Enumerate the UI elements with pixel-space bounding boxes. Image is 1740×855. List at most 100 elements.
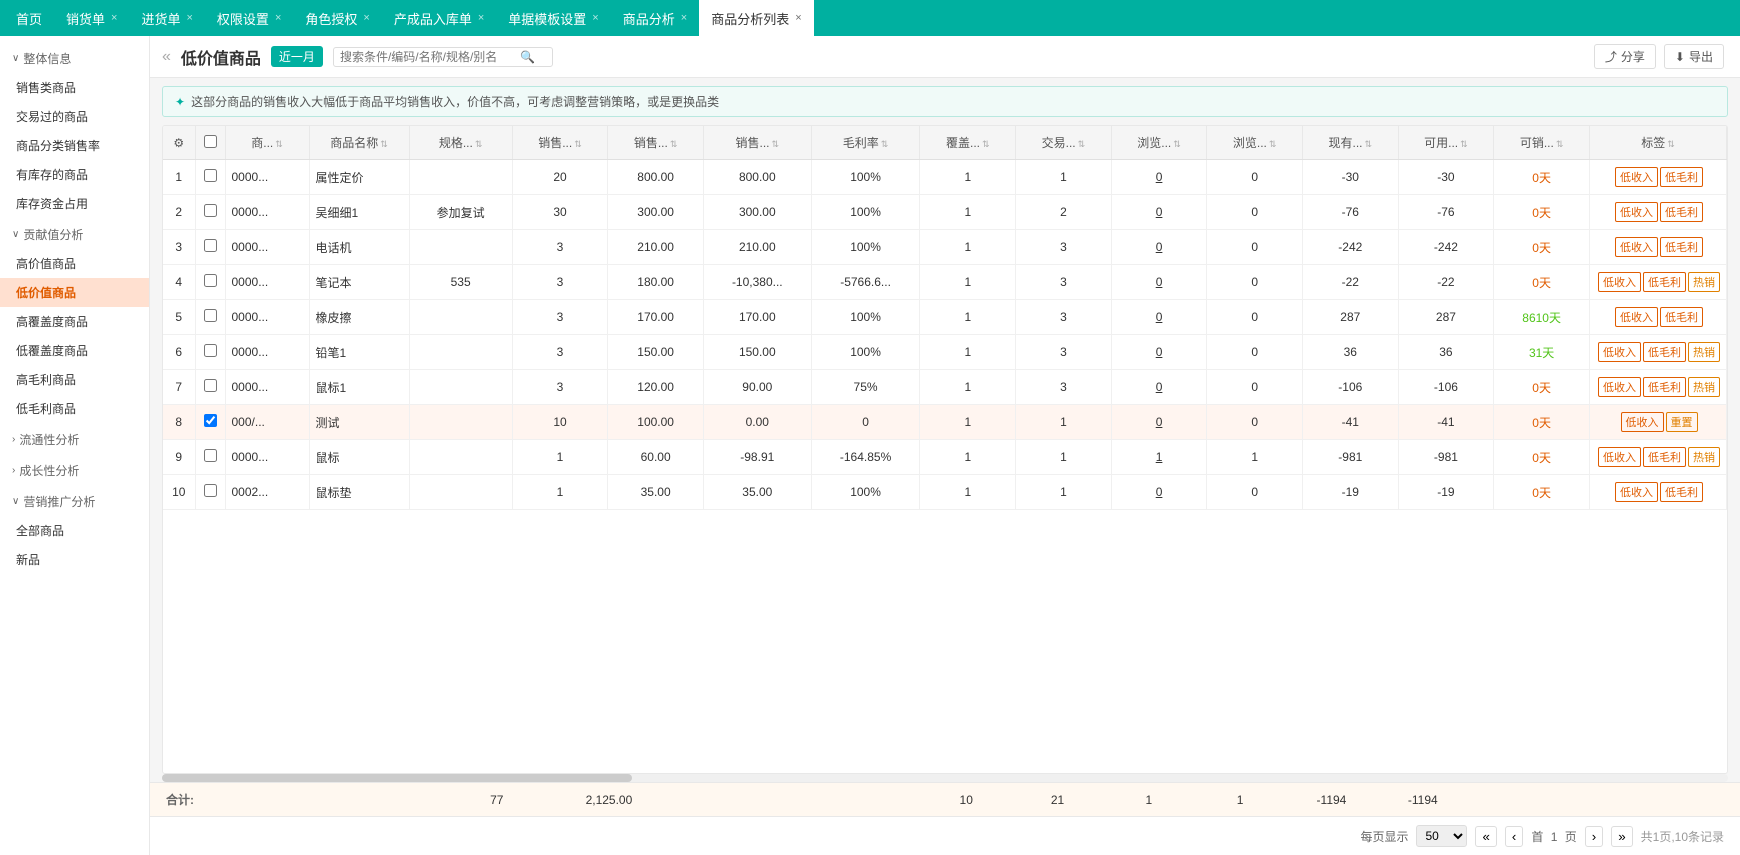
nav-permissions-close[interactable]: × — [275, 12, 281, 24]
browse-link[interactable]: 0 — [1156, 380, 1163, 394]
sidebar-item-traded-goods[interactable]: 交易过的商品 — [0, 102, 149, 131]
sidebar-item-all-goods[interactable]: 全部商品 — [0, 516, 149, 545]
nav-product-storage[interactable]: 产成品入库单 × — [382, 0, 496, 36]
tag-1: 低毛利 — [1660, 237, 1703, 257]
row-checkbox[interactable] — [204, 414, 217, 427]
sidebar-item-low-coverage[interactable]: 低覆盖度商品 — [0, 336, 149, 365]
col-available[interactable]: 可用...⇅ — [1398, 126, 1494, 160]
cell-coverage: 1 — [920, 335, 1016, 370]
browse-link[interactable]: 0 — [1156, 240, 1163, 254]
browse-link[interactable]: 0 — [1156, 485, 1163, 499]
browse-link[interactable]: 0 — [1156, 310, 1163, 324]
footer-summary: 合计: 77 2,125.00 10 21 1 1 -1194 -1194 — [150, 782, 1740, 816]
col-margin[interactable]: 毛利率⇅ — [811, 126, 920, 160]
browse-link[interactable]: 0 — [1156, 205, 1163, 219]
prev-page-button[interactable]: ‹ — [1505, 826, 1523, 847]
col-name[interactable]: 商品名称⇅ — [309, 126, 409, 160]
col-transaction[interactable]: 交易...⇅ — [1016, 126, 1112, 160]
sidebar-item-low-value[interactable]: 低价值商品 — [0, 278, 149, 307]
sidebar-item-high-value[interactable]: 高价值商品 — [0, 249, 149, 278]
sidebar-item-stock-funds[interactable]: 库存资金占用 — [0, 189, 149, 218]
row-checkbox[interactable] — [204, 484, 217, 497]
col-sales-profit[interactable]: 销售...⇅ — [703, 126, 811, 160]
browse-link[interactable]: 0 — [1156, 170, 1163, 184]
nav-product-analysis-label: 商品分析 — [623, 9, 675, 28]
sidebar-item-sales-goods[interactable]: 销售类商品 — [0, 73, 149, 102]
row-checkbox[interactable] — [204, 449, 217, 462]
sidebar-item-low-margin[interactable]: 低毛利商品 — [0, 394, 149, 423]
horizontal-scrollbar[interactable] — [162, 774, 1728, 782]
nav-roles[interactable]: 角色授权 × — [293, 0, 381, 36]
cell-days: 0天 — [1494, 405, 1590, 440]
nav-product-analysis-list-close[interactable]: × — [795, 12, 801, 24]
footer-tags-val — [1560, 793, 1724, 807]
nav-home[interactable]: 首页 — [4, 0, 54, 36]
col-browse2[interactable]: 浏览...⇅ — [1207, 126, 1303, 160]
cell-current: -19 — [1302, 475, 1398, 510]
sidebar-group-contribution-title[interactable]: ∨ 贡献值分析 — [0, 220, 149, 249]
sidebar-item-high-coverage[interactable]: 高覆盖度商品 — [0, 307, 149, 336]
next-page-button[interactable]: › — [1585, 826, 1603, 847]
nav-template[interactable]: 单据模板设置 × — [496, 0, 610, 36]
cell-qty: 30 — [512, 195, 608, 230]
export-button[interactable]: ⬇ 导出 — [1664, 44, 1724, 69]
date-range-button[interactable]: 近一月 — [271, 46, 323, 67]
sidebar-collapse-button[interactable]: « — [162, 48, 171, 66]
nav-sales-close[interactable]: × — [111, 12, 117, 24]
sidebar-group-circulation-title[interactable]: › 流通性分析 — [0, 425, 149, 454]
col-spec[interactable]: 规格...⇅ — [409, 126, 512, 160]
sidebar-item-high-margin[interactable]: 高毛利商品 — [0, 365, 149, 394]
browse-link[interactable]: 0 — [1156, 415, 1163, 429]
cell-transaction: 3 — [1016, 230, 1112, 265]
nav-product-analysis-close[interactable]: × — [681, 12, 687, 24]
row-checkbox[interactable] — [204, 309, 217, 322]
row-checkbox[interactable] — [204, 379, 217, 392]
cell-profit: 300.00 — [703, 195, 811, 230]
row-checkbox[interactable] — [204, 239, 217, 252]
nav-sales-order[interactable]: 销货单 × — [54, 0, 129, 36]
scrollbar-thumb[interactable] — [162, 774, 632, 782]
col-sales-qty[interactable]: 销售...⇅ — [512, 126, 608, 160]
sidebar-item-stocked-goods[interactable]: 有库存的商品 — [0, 160, 149, 189]
nav-roles-close[interactable]: × — [363, 12, 369, 24]
row-checkbox[interactable] — [204, 204, 217, 217]
nav-product-analysis[interactable]: 商品分析 × — [611, 0, 699, 36]
col-current[interactable]: 现有...⇅ — [1302, 126, 1398, 160]
row-checkbox[interactable] — [204, 344, 217, 357]
col-tags[interactable]: 标签⇅ — [1590, 126, 1727, 160]
nav-purchase[interactable]: 进货单 × — [129, 0, 204, 36]
page-size-select[interactable]: 50 100 200 — [1416, 825, 1467, 847]
col-sales-price[interactable]: 销售...⇅ — [608, 126, 704, 160]
sidebar-item-new-goods[interactable]: 新品 — [0, 545, 149, 574]
nav-product-storage-label: 产成品入库单 — [394, 9, 472, 28]
search-icon[interactable]: 🔍 — [520, 50, 535, 64]
tag-1: 低毛利 — [1643, 272, 1686, 292]
nav-product-storage-close[interactable]: × — [478, 12, 484, 24]
share-button[interactable]: ⤴ 分享 — [1594, 44, 1656, 69]
col-coverage[interactable]: 覆盖...⇅ — [920, 126, 1016, 160]
sidebar-group-marketing-title[interactable]: ∨ 营销推广分析 — [0, 487, 149, 516]
search-input[interactable] — [340, 50, 520, 64]
row-checkbox[interactable] — [204, 169, 217, 182]
browse-link[interactable]: 1 — [1156, 450, 1163, 464]
sidebar-group-overall-title[interactable]: ∨ 整体信息 — [0, 44, 149, 73]
select-all-checkbox[interactable] — [204, 135, 217, 148]
first-page-button[interactable]: « — [1475, 826, 1496, 847]
last-page-button[interactable]: » — [1611, 826, 1632, 847]
sidebar-item-category-sales[interactable]: 商品分类销售率 — [0, 131, 149, 160]
nav-purchase-close[interactable]: × — [186, 12, 192, 24]
cell-margin: 100% — [811, 475, 920, 510]
row-checkbox[interactable] — [204, 274, 217, 287]
browse-link[interactable]: 0 — [1156, 275, 1163, 289]
cell-no: 7 — [163, 370, 195, 405]
nav-permissions[interactable]: 权限设置 × — [205, 0, 293, 36]
col-browse1[interactable]: 浏览...⇅ — [1111, 126, 1207, 160]
nav-template-label: 单据模板设置 — [508, 9, 586, 28]
sidebar-group-growth-title[interactable]: › 成长性分析 — [0, 456, 149, 485]
col-code[interactable]: 商...⇅ — [225, 126, 309, 160]
nav-product-analysis-list[interactable]: 商品分析列表 × — [699, 0, 813, 36]
browse-link[interactable]: 0 — [1156, 345, 1163, 359]
col-saleable[interactable]: 可销...⇅ — [1494, 126, 1590, 160]
col-settings[interactable]: ⚙ — [163, 126, 195, 160]
nav-template-close[interactable]: × — [592, 12, 598, 24]
